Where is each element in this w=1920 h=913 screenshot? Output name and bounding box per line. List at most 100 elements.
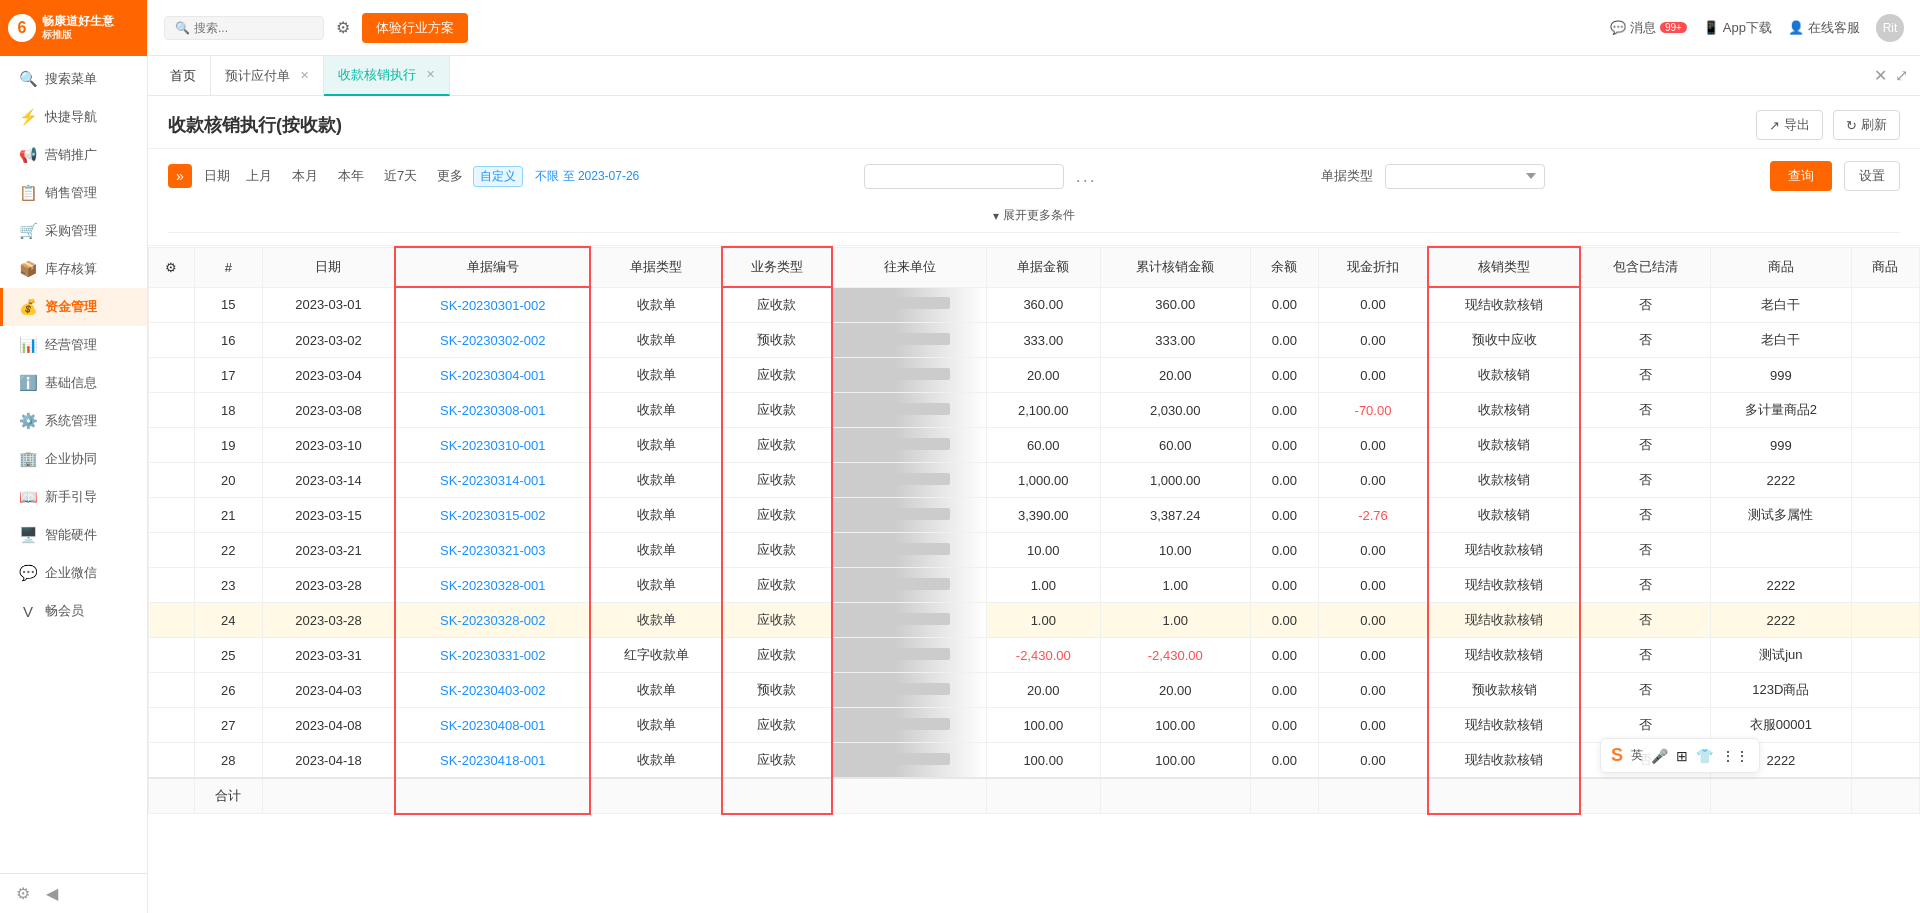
online-service-item[interactable]: 👤 在线客服 bbox=[1788, 19, 1860, 37]
voucher-link[interactable]: SK-20230331-002 bbox=[440, 648, 546, 663]
footer-cell-balance bbox=[1250, 778, 1318, 814]
sidebar-icon-system: ⚙️ bbox=[19, 412, 37, 430]
sidebar-label-system: 系统管理 bbox=[45, 412, 97, 430]
export-button[interactable]: ↗ 导出 bbox=[1756, 110, 1823, 140]
cell-gear bbox=[149, 393, 195, 428]
voucher-link[interactable]: SK-20230408-001 bbox=[440, 718, 546, 733]
sidebar-item-inventory[interactable]: 📦库存核算 bbox=[0, 250, 147, 288]
avatar[interactable]: Rit bbox=[1876, 14, 1904, 42]
cell-cash_discount: 0.00 bbox=[1318, 568, 1428, 603]
cell-cum_cancel: 1,000.00 bbox=[1100, 463, 1250, 498]
filter-toggle-button[interactable]: » bbox=[168, 164, 192, 188]
cell-cum_cancel: 2,030.00 bbox=[1100, 393, 1250, 428]
solution-button[interactable]: 体验行业方案 bbox=[362, 13, 468, 43]
partner-input[interactable] bbox=[864, 164, 1064, 189]
close-window-icon[interactable]: ✕ bbox=[1874, 66, 1887, 85]
sidebar-label-marketing: 营销推广 bbox=[45, 146, 97, 164]
voucher-link[interactable]: SK-20230321-003 bbox=[440, 543, 546, 558]
cell-balance: 0.00 bbox=[1250, 568, 1318, 603]
message-icon: 💬 bbox=[1610, 20, 1626, 35]
voucher-link[interactable]: SK-20230315-002 bbox=[440, 508, 546, 523]
cell-gear bbox=[149, 498, 195, 533]
filter-area: » 日期 上月 本月 本年 近7天 更多自定义 不限 至 2023-07-26 … bbox=[148, 149, 1920, 246]
cell-balance: 0.00 bbox=[1250, 428, 1318, 463]
table-scroll[interactable]: ⚙#日期单据编号单据类型业务类型往来单位单据金额累计核销金额余额现金折扣核销类型… bbox=[148, 246, 1920, 815]
date-shortcut-1[interactable]: 本月 bbox=[288, 165, 322, 187]
message-item[interactable]: 💬 消息 99+ bbox=[1610, 19, 1687, 37]
voucher-link[interactable]: SK-20230310-001 bbox=[440, 438, 546, 453]
cell-voucher_no: SK-20230302-002 bbox=[395, 323, 590, 358]
date-custom-btn[interactable]: 自定义 bbox=[473, 166, 523, 187]
sidebar-label-wechat: 企业微信 bbox=[45, 564, 97, 582]
cell-index: 25 bbox=[194, 638, 262, 673]
date-shortcut-2[interactable]: 本年 bbox=[334, 165, 368, 187]
gear-icon[interactable]: ⚙ bbox=[336, 18, 350, 37]
ellipsis: ... bbox=[1076, 166, 1097, 187]
footer-cell-voucher_no bbox=[395, 778, 590, 814]
col-header-balance: 余额 bbox=[1250, 247, 1318, 287]
sidebar-item-purchase[interactable]: 🛒采购管理 bbox=[0, 212, 147, 250]
cell-goods: 2222 bbox=[1710, 743, 1851, 779]
voucher-link[interactable]: SK-20230301-002 bbox=[440, 298, 546, 313]
sidebar-item-enterprise[interactable]: 🏢企业协同 bbox=[0, 440, 147, 478]
cell-partner bbox=[832, 393, 986, 428]
cell-index: 27 bbox=[194, 708, 262, 743]
sidebar-item-marketing[interactable]: 📢营销推广 bbox=[0, 136, 147, 174]
voucher-link[interactable]: SK-20230302-002 bbox=[440, 333, 546, 348]
voucher-link[interactable]: SK-20230314-001 bbox=[440, 473, 546, 488]
tab-close-prepay[interactable]: ✕ bbox=[300, 69, 309, 82]
date-shortcut-0[interactable]: 上月 bbox=[242, 165, 276, 187]
sidebar-item-shortcut[interactable]: ⚡快捷导航 bbox=[0, 98, 147, 136]
cell-cancel_type: 预收中应收 bbox=[1428, 323, 1580, 358]
refresh-button[interactable]: ↻ 刷新 bbox=[1833, 110, 1900, 140]
voucher-link[interactable]: SK-20230328-001 bbox=[440, 578, 546, 593]
cell-cancel_type: 现结收款核销 bbox=[1428, 743, 1580, 779]
settings-footer-icon[interactable]: ⚙ bbox=[16, 884, 30, 903]
voucher-link[interactable]: SK-20230308-001 bbox=[440, 403, 546, 418]
sidebar-item-hardware[interactable]: 🖥️智能硬件 bbox=[0, 516, 147, 554]
cell-include_settled: 否 bbox=[1580, 603, 1710, 638]
expand-button[interactable]: ▾ 展开更多条件 bbox=[993, 207, 1075, 224]
cell-gear bbox=[149, 603, 195, 638]
cell-cash_discount: 0.00 bbox=[1318, 743, 1428, 779]
cell-cash_discount: 0.00 bbox=[1318, 603, 1428, 638]
tab-bar: 首页预计应付单✕收款核销执行✕ ✕ ⤢ bbox=[148, 56, 1920, 96]
tab-home[interactable]: 首页 bbox=[156, 56, 211, 96]
filter-settings-button[interactable]: 设置 bbox=[1844, 161, 1900, 191]
table-row: 252023-03-31SK-20230331-002红字收款单应收款-2,43… bbox=[149, 638, 1920, 673]
voucher-link[interactable]: SK-20230328-002 bbox=[440, 613, 546, 628]
voucher-link[interactable]: SK-20230403-002 bbox=[440, 683, 546, 698]
cell-goods: 老白干 bbox=[1710, 287, 1851, 323]
date-shortcut-3[interactable]: 近7天 bbox=[380, 165, 421, 187]
collapse-icon[interactable]: ◀ bbox=[46, 884, 58, 903]
tab-close-collection[interactable]: ✕ bbox=[426, 68, 435, 81]
sidebar-item-member[interactable]: V畅会员 bbox=[0, 592, 147, 630]
tab-prepay[interactable]: 预计应付单✕ bbox=[211, 56, 324, 96]
cell-goods: 测试多属性 bbox=[1710, 498, 1851, 533]
expand-more-row: ▾ 展开更多条件 bbox=[168, 199, 1900, 233]
sidebar-item-operation[interactable]: 📊经营管理 bbox=[0, 326, 147, 364]
maximize-icon[interactable]: ⤢ bbox=[1895, 66, 1908, 85]
voucher-link[interactable]: SK-20230418-001 bbox=[440, 753, 546, 768]
cell-index: 20 bbox=[194, 463, 262, 498]
voucher-link[interactable]: SK-20230304-001 bbox=[440, 368, 546, 383]
tab-collection[interactable]: 收款核销执行✕ bbox=[324, 56, 450, 96]
voucher-type-select[interactable] bbox=[1385, 164, 1545, 189]
cell-voucher_type: 红字收款单 bbox=[590, 638, 721, 673]
date-shortcut-4[interactable]: 更多 bbox=[433, 165, 467, 187]
footer-cell-voucher_type bbox=[590, 778, 721, 814]
cell-voucher_no: SK-20230304-001 bbox=[395, 358, 590, 393]
sidebar-item-sales[interactable]: 📋销售管理 bbox=[0, 174, 147, 212]
app-download-item[interactable]: 📱 App下载 bbox=[1703, 19, 1772, 37]
sidebar-item-wechat[interactable]: 💬企业微信 bbox=[0, 554, 147, 592]
sidebar-item-system[interactable]: ⚙️ 系统管理 bbox=[0, 402, 147, 440]
search-box[interactable]: 🔍 bbox=[164, 16, 324, 40]
query-button[interactable]: 查询 bbox=[1770, 161, 1832, 191]
sidebar-item-finance[interactable]: 💰资金管理 bbox=[0, 288, 147, 326]
sidebar-item-search[interactable]: 🔍搜索菜单 bbox=[0, 60, 147, 98]
search-input[interactable] bbox=[194, 21, 314, 35]
cell-voucher_type: 收款单 bbox=[590, 708, 721, 743]
sidebar-item-basic[interactable]: ℹ️基础信息 bbox=[0, 364, 147, 402]
sidebar-item-guide[interactable]: 📖新手引导 bbox=[0, 478, 147, 516]
cell-balance: 0.00 bbox=[1250, 323, 1318, 358]
